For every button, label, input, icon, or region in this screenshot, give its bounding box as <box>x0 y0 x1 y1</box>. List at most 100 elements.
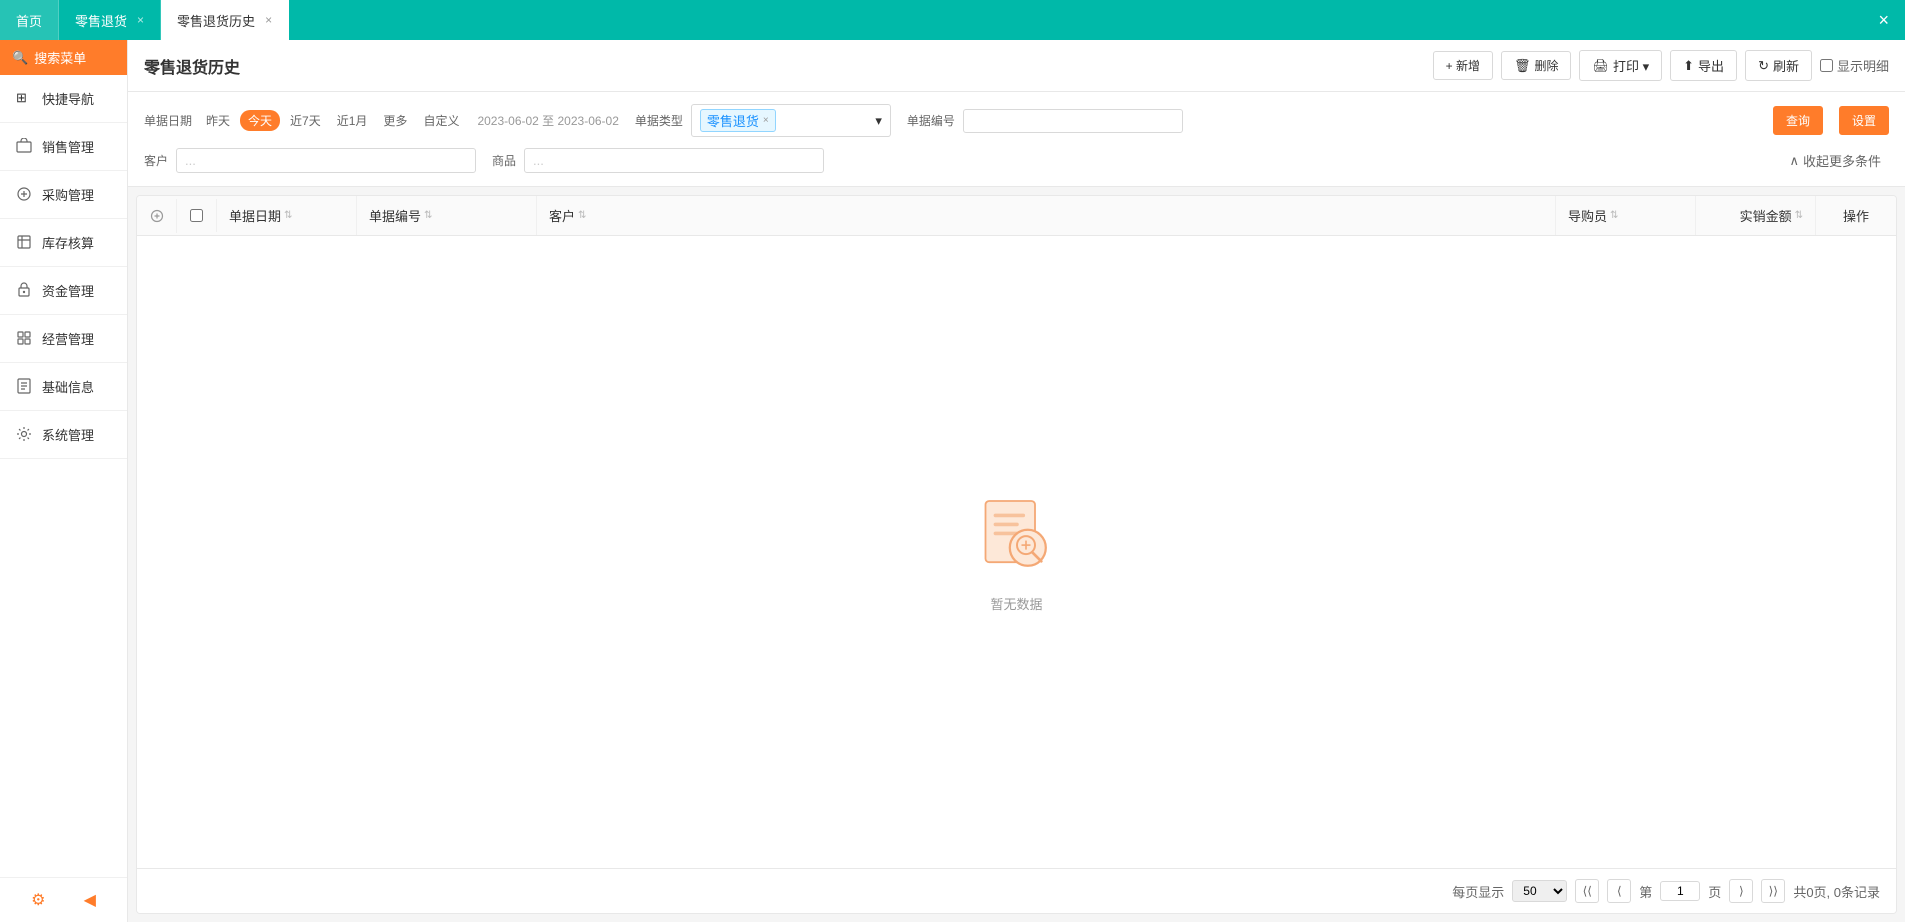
quick-nav-icon: ⊞ <box>16 90 34 108</box>
sidebar-bottom: ⚙ ◀ <box>0 877 127 922</box>
th-date[interactable]: 单据日期 ⇅ <box>217 196 357 235</box>
tab-list: 首页 零售退货 × 零售退货历史 × <box>0 0 1862 40</box>
th-bill-no-label: 单据编号 <box>369 206 421 225</box>
bill-type-tag-text: 零售退货 <box>707 111 759 130</box>
pagination: 每页显示 50 20 100 ⟨⟨ ⟨ 第 页 ⟩ ⟩⟩ 共0页, 0条记录 <box>137 868 1896 913</box>
new-button[interactable]: + 新增 <box>1433 51 1493 80</box>
tab-retail-return[interactable]: 零售退货 × <box>59 0 161 40</box>
collapse-button[interactable]: ∧ 收起更多条件 <box>1781 147 1889 174</box>
sidebar-item-quick-nav[interactable]: ⊞ 快捷导航 <box>0 75 127 123</box>
tab-retail-return-history[interactable]: 零售退货历史 × <box>161 0 289 40</box>
show-detail-input[interactable] <box>1820 59 1833 72</box>
sidebar-item-operations-label: 经营管理 <box>42 329 94 348</box>
sidebar-item-basic-info[interactable]: 基础信息 <box>0 363 127 411</box>
next-page-button[interactable]: ⟩ <box>1729 879 1753 903</box>
date-option-yesterday[interactable]: 昨天 <box>200 110 236 131</box>
goods-filter: 商品 ... <box>492 148 824 173</box>
tab-retail-return-label: 零售退货 <box>75 11 127 30</box>
page-header: 零售退货历史 + 新增 🗑 删除 🖨 打印 ▾ ⬆ 导出 ↻ 刷新 <box>128 40 1905 92</box>
amount-sort-icon: ⇅ <box>1795 210 1803 221</box>
tab-retail-return-history-label: 零售退货历史 <box>177 11 255 30</box>
th-customer[interactable]: 客户 ⇅ <box>537 196 1556 235</box>
date-option-today[interactable]: 今天 <box>240 110 280 131</box>
sidebar-search[interactable]: 🔍 搜索菜单 <box>0 40 127 75</box>
th-guide[interactable]: 导购员 ⇅ <box>1556 196 1696 235</box>
first-page-button[interactable]: ⟨⟨ <box>1575 879 1599 903</box>
sidebar-item-purchase-label: 采购管理 <box>42 185 94 204</box>
page-number-input[interactable] <box>1660 881 1700 901</box>
filter-row-1: 单据日期 昨天 今天 近7天 近1月 更多 自定义 2023-06-02 至 2… <box>144 104 1889 137</box>
th-action-label: 操作 <box>1843 206 1869 225</box>
page-size-select[interactable]: 50 20 100 <box>1512 880 1567 902</box>
th-amount-label: 实销金额 <box>1740 206 1792 225</box>
prev-page-button[interactable]: ⟨ <box>1607 879 1631 903</box>
last-page-button[interactable]: ⟩⟩ <box>1761 879 1785 903</box>
content-area: 零售退货历史 + 新增 🗑 删除 🖨 打印 ▾ ⬆ 导出 ↻ 刷新 <box>128 40 1905 922</box>
filter-row-2: 客户 ... 商品 ... ∧ 收起更多条件 <box>144 147 1889 174</box>
empty-icon <box>972 492 1062 582</box>
delete-icon: 🗑 <box>1514 58 1531 74</box>
date-option-1month[interactable]: 近1月 <box>331 110 374 131</box>
date-option-7days[interactable]: 近7天 <box>284 110 327 131</box>
table-header: 单据日期 ⇅ 单据编号 ⇅ 客户 ⇅ 导购员 ⇅ 实销金额 ⇅ <box>137 196 1896 236</box>
date-option-custom[interactable]: 自定义 <box>417 110 465 131</box>
top-bar: 首页 零售退货 × 零售退货历史 × × <box>0 0 1905 40</box>
sidebar-item-finance-label: 资金管理 <box>42 281 94 300</box>
bill-type-select[interactable]: 零售退货 × ▾ <box>691 104 891 137</box>
bill-type-tag: 零售退货 × <box>700 109 776 132</box>
date-option-more[interactable]: 更多 <box>377 110 413 131</box>
customer-placeholder: ... <box>185 153 196 168</box>
settings-button[interactable]: 设置 <box>1839 106 1889 135</box>
th-amount[interactable]: 实销金额 ⇅ <box>1696 196 1816 235</box>
th-checkbox[interactable] <box>177 199 217 232</box>
basic-info-icon <box>16 378 34 396</box>
tab-home-label: 首页 <box>16 11 42 30</box>
refresh-icon: ↻ <box>1758 58 1769 74</box>
sidebar-item-operations[interactable]: 经营管理 <box>0 315 127 363</box>
sidebar-item-system-mgmt-label: 系统管理 <box>42 425 94 444</box>
system-mgmt-icon <box>16 426 34 444</box>
bill-no-filter: 单据编号 <box>907 109 1183 133</box>
bill-type-tag-close[interactable]: × <box>763 115 769 126</box>
bill-no-input[interactable] <box>963 109 1183 133</box>
export-button[interactable]: ⬆ 导出 <box>1670 50 1737 81</box>
page-title: 零售退货历史 <box>144 54 240 78</box>
th-settings[interactable] <box>137 199 177 233</box>
th-action: 操作 <box>1816 196 1896 235</box>
print-button[interactable]: 🖨 打印 ▾ <box>1579 50 1662 81</box>
inventory-icon <box>16 234 34 252</box>
goods-placeholder: ... <box>533 153 544 168</box>
select-all-checkbox[interactable] <box>190 209 203 222</box>
collapse-sidebar-icon[interactable]: ◀ <box>84 890 96 910</box>
tab-home[interactable]: 首页 <box>0 0 59 40</box>
sidebar-item-inventory[interactable]: 库存核算 <box>0 219 127 267</box>
settings-bottom-icon[interactable]: ⚙ <box>31 890 45 910</box>
th-date-label: 单据日期 <box>229 206 281 225</box>
window-close-button[interactable]: × <box>1862 10 1905 31</box>
goods-input[interactable]: ... <box>524 148 824 173</box>
tab-retail-return-history-close[interactable]: × <box>265 13 272 27</box>
empty-text: 暂无数据 <box>990 594 1042 613</box>
sidebar-item-sales-label: 销售管理 <box>42 137 94 156</box>
operations-icon <box>16 330 34 348</box>
th-bill-no[interactable]: 单据编号 ⇅ <box>357 196 537 235</box>
tab-retail-return-close[interactable]: × <box>137 13 144 27</box>
show-detail-checkbox[interactable]: 显示明细 <box>1820 56 1889 75</box>
date-filter-label: 单据日期 <box>144 112 192 129</box>
th-customer-label: 客户 <box>549 206 575 225</box>
search-icon: 🔍 <box>12 50 28 66</box>
page-label: 第 <box>1639 882 1652 901</box>
sidebar: 🔍 搜索菜单 ⊞ 快捷导航 销售管理 采购管理 <box>0 40 128 922</box>
sidebar-item-finance[interactable]: 资金管理 <box>0 267 127 315</box>
page-size-label: 每页显示 <box>1452 882 1504 901</box>
filter-area: 单据日期 昨天 今天 近7天 近1月 更多 自定义 2023-06-02 至 2… <box>128 92 1905 187</box>
customer-input[interactable]: ... <box>176 148 476 173</box>
show-detail-label: 显示明细 <box>1837 56 1889 75</box>
total-info: 共0页, 0条记录 <box>1793 882 1880 901</box>
refresh-button[interactable]: ↻ 刷新 <box>1745 50 1812 81</box>
delete-button[interactable]: 🗑 删除 <box>1501 51 1572 80</box>
sidebar-item-purchase-mgmt[interactable]: 采购管理 <box>0 171 127 219</box>
sidebar-item-system-mgmt[interactable]: 系统管理 <box>0 411 127 459</box>
query-button[interactable]: 查询 <box>1773 106 1823 135</box>
sidebar-item-sales-mgmt[interactable]: 销售管理 <box>0 123 127 171</box>
